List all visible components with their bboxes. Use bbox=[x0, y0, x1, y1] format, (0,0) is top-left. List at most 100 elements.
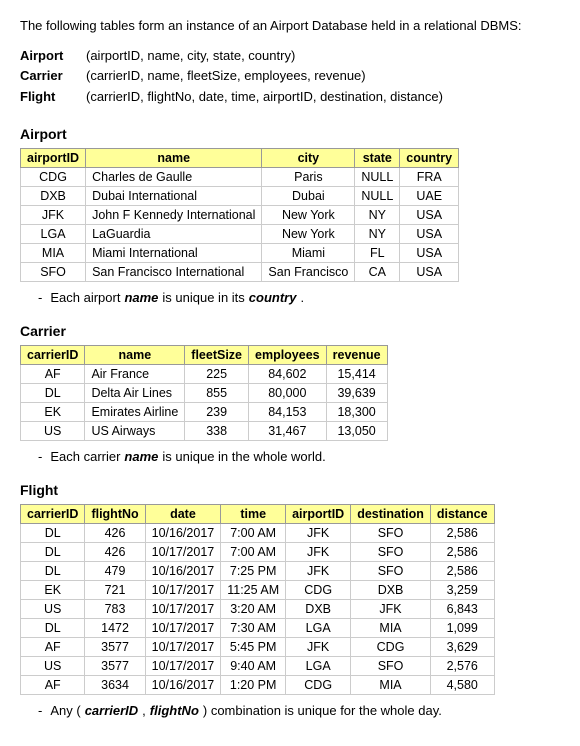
flight-cell: EK bbox=[21, 580, 85, 599]
flight-cell: 1472 bbox=[85, 618, 145, 637]
carrier-col-carrierid: carrierID bbox=[21, 345, 85, 364]
airport-cell: CDG bbox=[21, 167, 86, 186]
carrier-cell: US Airways bbox=[85, 421, 185, 440]
carrier-col-employees: employees bbox=[249, 345, 327, 364]
flight-cell: 7:00 AM bbox=[221, 542, 286, 561]
flight-table: carrierID flightNo date time airportID d… bbox=[20, 504, 495, 695]
flight-cell: 7:25 PM bbox=[221, 561, 286, 580]
carrier-table: carrierID name fleetSize employees reven… bbox=[20, 345, 388, 441]
airport-header-row: airportID name city state country bbox=[21, 148, 459, 167]
airport-cell: FRA bbox=[400, 167, 459, 186]
carrier-cell: Air France bbox=[85, 364, 185, 383]
flight-cell: SFO bbox=[351, 523, 431, 542]
carrier-data-row: DLDelta Air Lines85580,00039,639 bbox=[21, 383, 388, 402]
airport-cell: NY bbox=[355, 224, 400, 243]
flight-data-row: AF363410/16/20171:20 PMCDGMIA4,580 bbox=[21, 675, 495, 694]
flight-note-em1: carrierID bbox=[85, 703, 138, 718]
airport-data-row: CDGCharles de GaulleParisNULLFRA bbox=[21, 167, 459, 186]
schema-value-airport: (airportID, name, city, state, country) bbox=[86, 46, 295, 67]
airport-section: Airport airportID name city state countr… bbox=[20, 126, 560, 305]
airport-cell: SFO bbox=[21, 262, 86, 281]
flight-cell: 1:20 PM bbox=[221, 675, 286, 694]
airport-cell: DXB bbox=[21, 186, 86, 205]
airport-cell: Dubai bbox=[262, 186, 355, 205]
flight-cell: 1,099 bbox=[430, 618, 494, 637]
schema-row-flight: Flight (carrierID, flightNo, date, time,… bbox=[20, 87, 560, 108]
flight-header-row: carrierID flightNo date time airportID d… bbox=[21, 504, 495, 523]
carrier-cell: Delta Air Lines bbox=[85, 383, 185, 402]
carrier-title: Carrier bbox=[20, 323, 560, 339]
carrier-col-fleetsize: fleetSize bbox=[185, 345, 249, 364]
carrier-cell: Emirates Airline bbox=[85, 402, 185, 421]
airport-col-name: name bbox=[86, 148, 262, 167]
carrier-cell: 338 bbox=[185, 421, 249, 440]
airport-data-row: MIAMiami InternationalMiamiFLUSA bbox=[21, 243, 459, 262]
flight-cell: DL bbox=[21, 523, 85, 542]
flight-cell: DL bbox=[21, 618, 85, 637]
airport-cell: Charles de Gaulle bbox=[86, 167, 262, 186]
flight-col-destination: destination bbox=[351, 504, 431, 523]
carrier-data-row: EKEmirates Airline23984,15318,300 bbox=[21, 402, 388, 421]
airport-cell: LGA bbox=[21, 224, 86, 243]
airport-data-row: LGALaGuardiaNew YorkNYUSA bbox=[21, 224, 459, 243]
flight-cell: 6,843 bbox=[430, 599, 494, 618]
flight-data-row: DL42610/17/20177:00 AMJFKSFO2,586 bbox=[21, 542, 495, 561]
flight-cell: JFK bbox=[286, 523, 351, 542]
flight-cell: AF bbox=[21, 675, 85, 694]
airport-cell: San Francisco bbox=[262, 262, 355, 281]
flight-cell: 10/16/2017 bbox=[145, 523, 221, 542]
airport-col-airportid: airportID bbox=[21, 148, 86, 167]
carrier-cell: 225 bbox=[185, 364, 249, 383]
flight-col-flightno: flightNo bbox=[85, 504, 145, 523]
flight-cell: 10/17/2017 bbox=[145, 637, 221, 656]
carrier-col-name: name bbox=[85, 345, 185, 364]
flight-cell: 10/17/2017 bbox=[145, 542, 221, 561]
flight-data-row: AF357710/17/20175:45 PMJFKCDG3,629 bbox=[21, 637, 495, 656]
flight-col-distance: distance bbox=[430, 504, 494, 523]
flight-cell: JFK bbox=[286, 637, 351, 656]
flight-cell: LGA bbox=[286, 618, 351, 637]
schema-key-carrier: Carrier bbox=[20, 66, 80, 87]
flight-cell: DXB bbox=[351, 580, 431, 599]
airport-cell: USA bbox=[400, 224, 459, 243]
carrier-data-row: AFAir France22584,60215,414 bbox=[21, 364, 388, 383]
flight-cell: 783 bbox=[85, 599, 145, 618]
flight-cell: 2,576 bbox=[430, 656, 494, 675]
flight-col-time: time bbox=[221, 504, 286, 523]
carrier-cell: 39,639 bbox=[326, 383, 387, 402]
flight-title: Flight bbox=[20, 482, 560, 498]
flight-cell: CDG bbox=[286, 580, 351, 599]
airport-cell: Paris bbox=[262, 167, 355, 186]
flight-cell: CDG bbox=[286, 675, 351, 694]
airport-cell: USA bbox=[400, 205, 459, 224]
carrier-cell: 18,300 bbox=[326, 402, 387, 421]
flight-cell: US bbox=[21, 656, 85, 675]
flight-cell: JFK bbox=[286, 542, 351, 561]
flight-cell: 10/16/2017 bbox=[145, 675, 221, 694]
carrier-cell: 13,050 bbox=[326, 421, 387, 440]
airport-col-country: country bbox=[400, 148, 459, 167]
flight-col-airportid: airportID bbox=[286, 504, 351, 523]
flight-cell: DXB bbox=[286, 599, 351, 618]
carrier-header-row: carrierID name fleetSize employees reven… bbox=[21, 345, 388, 364]
flight-cell: 426 bbox=[85, 542, 145, 561]
flight-col-carrierid: carrierID bbox=[21, 504, 85, 523]
schema-value-flight: (carrierID, flightNo, date, time, airpor… bbox=[86, 87, 443, 108]
flight-cell: 3577 bbox=[85, 656, 145, 675]
carrier-cell: 15,414 bbox=[326, 364, 387, 383]
flight-cell: 10/16/2017 bbox=[145, 561, 221, 580]
flight-cell: 7:00 AM bbox=[221, 523, 286, 542]
airport-cell: FL bbox=[355, 243, 400, 262]
airport-col-city: city bbox=[262, 148, 355, 167]
carrier-cell: US bbox=[21, 421, 85, 440]
carrier-section: Carrier carrierID name fleetSize employe… bbox=[20, 323, 560, 464]
airport-cell: San Francisco International bbox=[86, 262, 262, 281]
airport-data-row: DXBDubai InternationalDubaiNULLUAE bbox=[21, 186, 459, 205]
carrier-cell: 84,602 bbox=[249, 364, 327, 383]
flight-data-row: US78310/17/20173:20 AMDXBJFK6,843 bbox=[21, 599, 495, 618]
flight-cell: MIA bbox=[351, 618, 431, 637]
flight-cell: 7:30 AM bbox=[221, 618, 286, 637]
airport-note: Each airport name is unique in its count… bbox=[38, 290, 560, 305]
flight-data-row: DL47910/16/20177:25 PMJFKSFO2,586 bbox=[21, 561, 495, 580]
flight-cell: 2,586 bbox=[430, 523, 494, 542]
